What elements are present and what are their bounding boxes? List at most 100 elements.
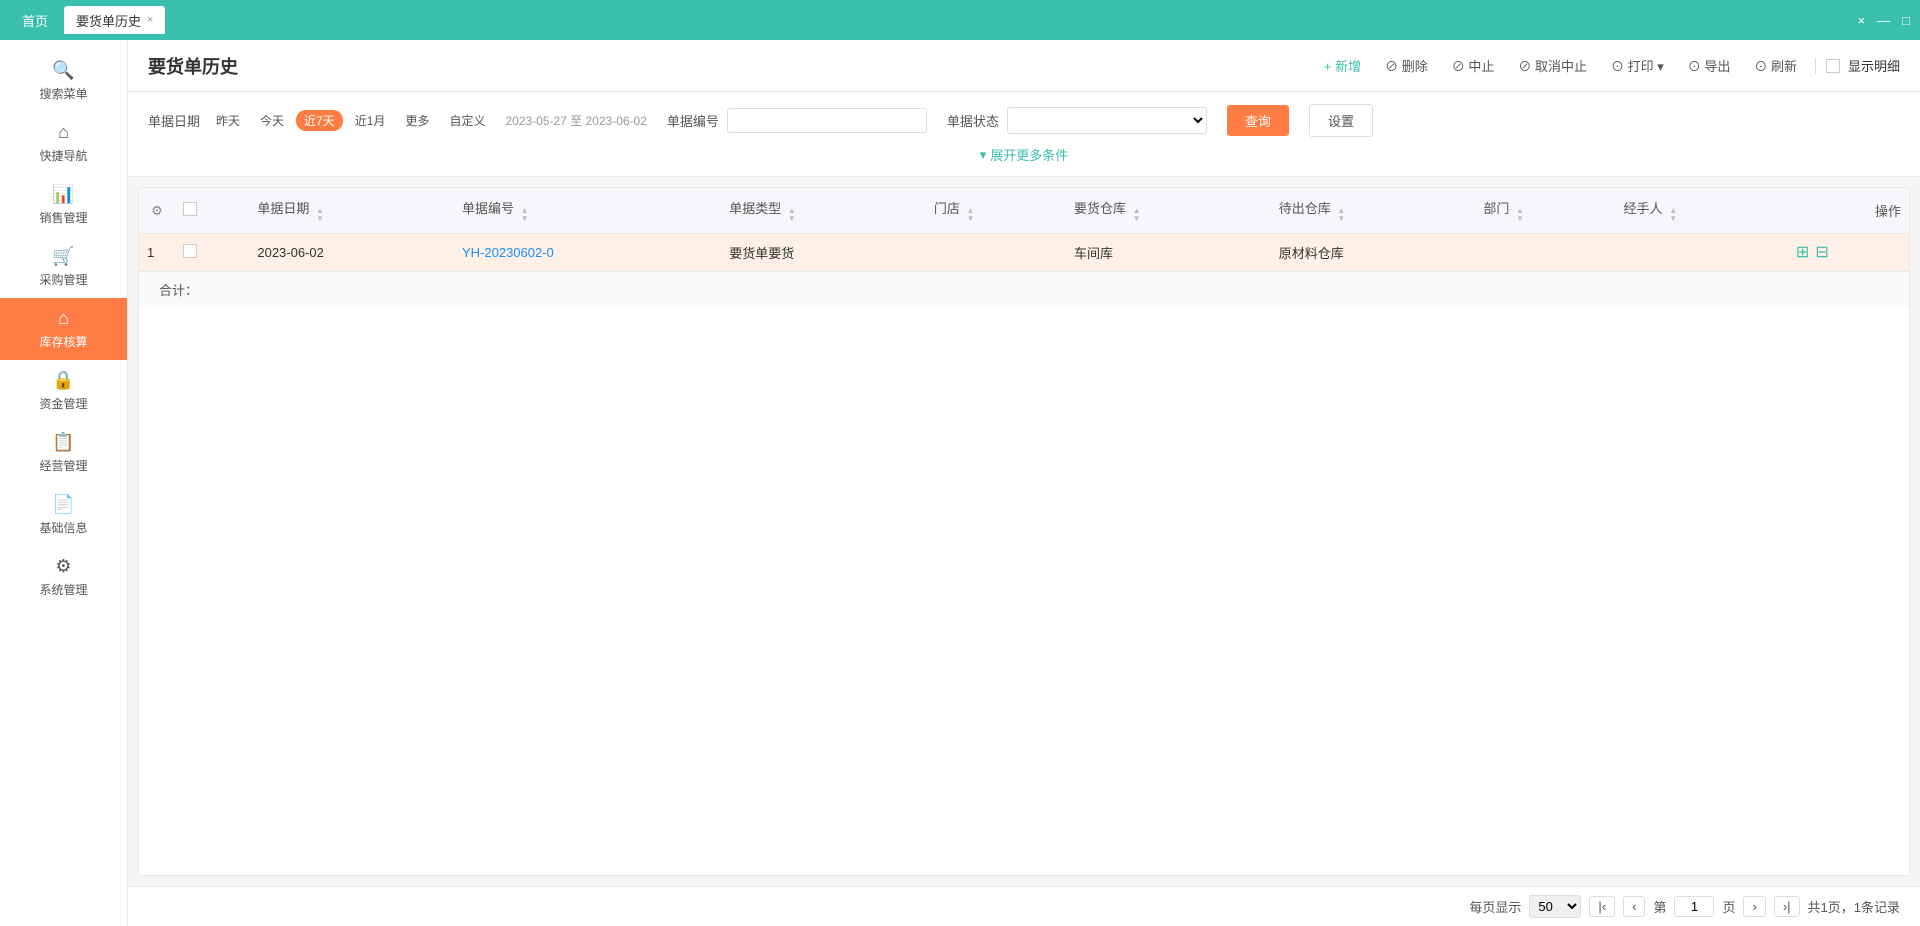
sidebar-item-label: 库存核算: [39, 333, 87, 350]
setting-button[interactable]: 设置: [1309, 104, 1373, 137]
col-store: 门店 ▲▼: [926, 188, 1066, 234]
sales-icon: 📊: [52, 184, 74, 205]
sidebar-item-label: 经营管理: [39, 457, 87, 474]
filter-bar: 单据日期 昨天 今天 近7天 近1月 更多 自定义 2023-05-27 至 2…: [128, 92, 1920, 177]
date-filter-label: 单据日期: [148, 111, 200, 130]
view-icon[interactable]: ⊞: [1796, 242, 1809, 262]
row-pending-warehouse: 原材料仓库: [1271, 234, 1476, 271]
print-button[interactable]: ⊙ 打印 ▾: [1603, 52, 1672, 79]
inventory-icon: ⌂: [58, 308, 69, 329]
window-controls: × — □: [1858, 13, 1910, 28]
page-input[interactable]: [1674, 896, 1714, 917]
sidebar-item-label: 采购管理: [39, 271, 87, 288]
page-label-post: 页: [1722, 897, 1735, 916]
data-table: ⚙ 单据日期 ▲▼ 单据编号 ▲▼ 单据类型 ▲▼: [139, 188, 1909, 271]
basic-info-icon: 📄: [52, 494, 74, 515]
summary-label: 合计：: [159, 283, 198, 298]
first-page-btn[interactable]: |‹: [1589, 896, 1615, 917]
date-range-display: 2023-05-27 至 2023-06-02: [505, 112, 646, 129]
active-tab[interactable]: 要货单历史 ×: [64, 6, 165, 34]
window-close[interactable]: ×: [1858, 13, 1866, 28]
filter-row: 单据日期 昨天 今天 近7天 近1月 更多 自定义 2023-05-27 至 2…: [148, 104, 1900, 137]
prev-page-btn[interactable]: ‹: [1623, 896, 1645, 917]
sidebar-item-quick-nav[interactable]: ⌂ 快捷导航: [0, 112, 127, 174]
date-pill-1month[interactable]: 近1月: [347, 110, 394, 131]
sidebar: 🔍 搜索菜单 ⌂ 快捷导航 📊 销售管理 🛒 采购管理 ⌂ 库存核算 🔒 资金管…: [0, 40, 128, 926]
sidebar-item-label: 基础信息: [39, 519, 87, 536]
window-maximize[interactable]: □: [1902, 13, 1910, 28]
status-filter: 单据状态: [947, 107, 1207, 134]
sidebar-item-purchase[interactable]: 🛒 采购管理: [0, 236, 127, 298]
sidebar-item-label: 系统管理: [39, 581, 87, 598]
pagination-bar: 每页显示 10 20 50 100 |‹ ‹ 第 页 › ›| 共1页，1条记录: [128, 886, 1920, 926]
total-info: 共1页，1条记录: [1808, 897, 1900, 916]
col-checkbox-all[interactable]: [175, 188, 249, 234]
more-icon[interactable]: ⊟: [1815, 242, 1828, 262]
doc-no-filter: 单据编号: [667, 108, 927, 133]
col-doc-type: 单据类型 ▲▼: [721, 188, 926, 234]
row-doc-type: 要货单要货: [721, 234, 926, 271]
date-pill-custom[interactable]: 自定义: [441, 110, 493, 131]
page-title: 要货单历史: [148, 53, 238, 79]
operations-icon: 📋: [52, 432, 74, 453]
row-checkbox[interactable]: [175, 234, 249, 271]
per-page-label: 每页显示: [1469, 897, 1521, 916]
cancel-stop-button[interactable]: ⊘ 取消中止: [1510, 52, 1595, 79]
export-button[interactable]: ⊙ 导出: [1680, 52, 1739, 79]
show-detail-checkbox[interactable]: [1826, 59, 1840, 73]
system-icon: ⚙: [55, 556, 71, 577]
date-pill-yesterday[interactable]: 昨天: [208, 110, 248, 131]
per-page-select[interactable]: 10 20 50 100: [1529, 895, 1581, 918]
sidebar-item-sales[interactable]: 📊 销售管理: [0, 174, 127, 236]
refresh-button[interactable]: ⊙ 刷新: [1746, 52, 1805, 79]
table-row: 1 2023-06-02 YH-20230602-0 要货单要货 车间库 原材料…: [139, 234, 1909, 271]
date-pill-7days[interactable]: 近7天: [296, 110, 343, 131]
header-actions: + 新增 ⊘ 删除 ⊘ 中止 ⊘ 取消中止 ⊙ 打印 ▾ ⊙ 导出 ⊙ 刷新 显…: [1316, 52, 1900, 79]
home-tab[interactable]: 首页: [10, 6, 60, 34]
quick-nav-icon: ⌂: [58, 122, 69, 143]
close-tab-icon[interactable]: ×: [147, 14, 153, 26]
col-handler: 经手人 ▲▼: [1616, 188, 1788, 234]
sidebar-item-label: 快捷导航: [39, 147, 87, 164]
sidebar-item-label: 资金管理: [39, 395, 87, 412]
show-detail-label: 显示明细: [1848, 56, 1900, 75]
sidebar-item-label: 搜索菜单: [39, 85, 87, 102]
date-pill-more[interactable]: 更多: [397, 110, 437, 131]
window-minimize[interactable]: —: [1877, 13, 1890, 28]
sidebar-item-finance[interactable]: 🔒 资金管理: [0, 360, 127, 422]
sidebar-item-system[interactable]: ⚙ 系统管理: [0, 546, 127, 608]
doc-no-input[interactable]: [727, 108, 927, 133]
col-actions: 操作: [1788, 188, 1909, 234]
row-actions: ⊞ ⊟: [1788, 234, 1909, 271]
row-no: 1: [139, 234, 175, 271]
expand-label: 展开更多条件: [990, 145, 1068, 164]
next-page-btn[interactable]: ›: [1743, 896, 1765, 917]
query-button[interactable]: 查询: [1227, 105, 1289, 136]
col-dept: 部门 ▲▼: [1475, 188, 1615, 234]
chevron-down-icon: ▾: [980, 147, 987, 163]
add-button[interactable]: + 新增: [1316, 52, 1369, 79]
status-label: 单据状态: [947, 111, 999, 130]
row-date: 2023-06-02: [249, 234, 454, 271]
table-summary: 合计：: [139, 271, 1909, 307]
sidebar-item-operations[interactable]: 📋 经营管理: [0, 422, 127, 484]
page-label-pre: 第: [1653, 897, 1666, 916]
last-page-btn[interactable]: ›|: [1774, 896, 1800, 917]
finance-icon: 🔒: [52, 370, 74, 391]
sidebar-item-search-menu[interactable]: 🔍 搜索菜单: [0, 50, 127, 112]
date-filter: 单据日期 昨天 今天 近7天 近1月 更多 自定义 2023-05-27 至 2…: [148, 110, 647, 131]
main-layout: 🔍 搜索菜单 ⌂ 快捷导航 📊 销售管理 🛒 采购管理 ⌂ 库存核算 🔒 资金管…: [0, 40, 1920, 926]
stop-button[interactable]: ⊘ 中止: [1444, 52, 1503, 79]
col-req-warehouse: 要货仓库 ▲▼: [1066, 188, 1271, 234]
col-settings[interactable]: ⚙: [139, 188, 175, 234]
page-header: 要货单历史 + 新增 ⊘ 删除 ⊘ 中止 ⊘ 取消中止 ⊙ 打印 ▾ ⊙ 导出 …: [128, 40, 1920, 92]
search-menu-icon: 🔍: [52, 60, 74, 81]
table-container: ⚙ 单据日期 ▲▼ 单据编号 ▲▼ 单据类型 ▲▼: [138, 187, 1910, 876]
status-select[interactable]: [1007, 107, 1207, 134]
sidebar-item-basic-info[interactable]: 📄 基础信息: [0, 484, 127, 546]
delete-button[interactable]: ⊘ 删除: [1377, 52, 1436, 79]
sidebar-item-inventory[interactable]: ⌂ 库存核算: [0, 298, 127, 360]
doc-no-link[interactable]: YH-20230602-0: [462, 245, 554, 260]
expand-more[interactable]: ▾ 展开更多条件: [148, 145, 1900, 164]
date-pill-today[interactable]: 今天: [252, 110, 292, 131]
